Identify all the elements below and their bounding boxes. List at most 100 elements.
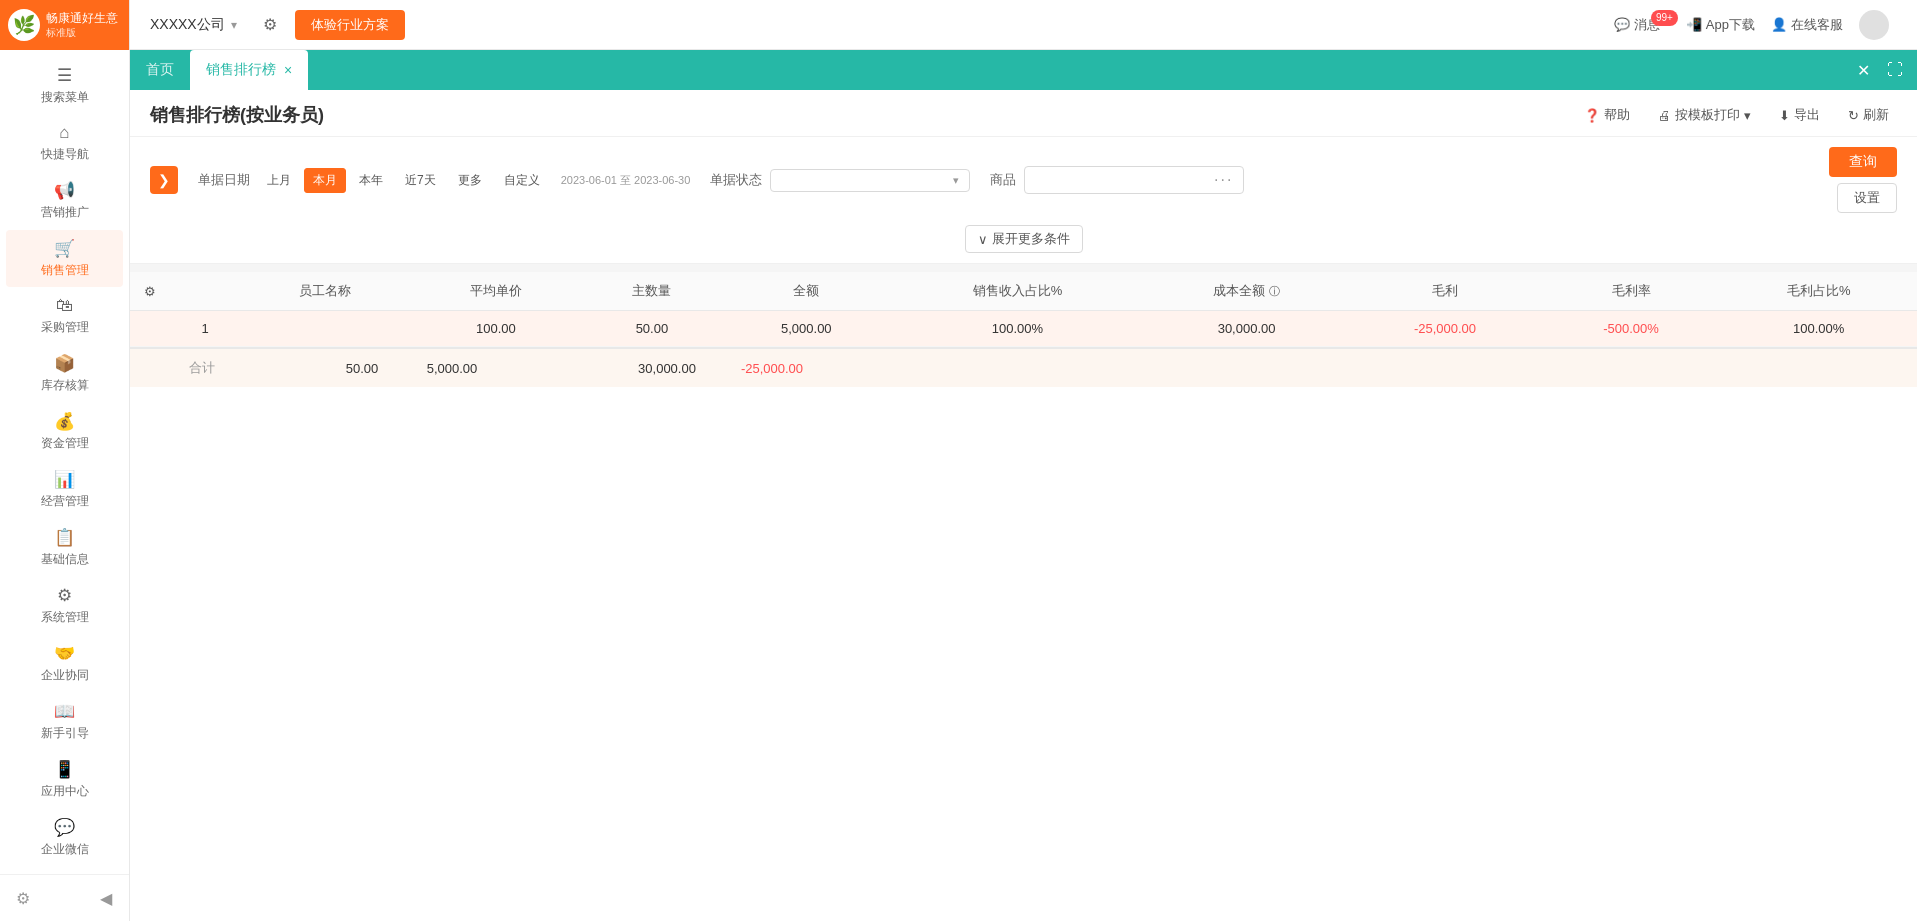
- expand-icon: ∨: [978, 232, 988, 247]
- th-settings[interactable]: ⚙: [130, 272, 170, 311]
- date-btn-last-month[interactable]: 上月: [258, 168, 300, 193]
- export-icon: ⬇: [1779, 108, 1790, 123]
- sidebar-item-search-order[interactable]: ☰搜索菜单: [6, 57, 123, 114]
- footer-sales-pct: [502, 361, 612, 376]
- tab-home[interactable]: 首页: [130, 50, 190, 90]
- th-avg-price: 平均单价: [411, 272, 582, 311]
- filter-collapse-btn[interactable]: ❯: [150, 166, 178, 194]
- th-employee: 员工名称: [240, 272, 411, 311]
- sidebar-icon-new-guide: 📖: [54, 701, 75, 722]
- footer-margin-rate: [822, 361, 846, 376]
- filter-row-1: ❯ 单据日期 上月 本月 本年 近7天 更多 自定义 2023-06-01 至: [150, 147, 1897, 213]
- sidebar-icon-quick-nav: ⌂: [59, 123, 69, 143]
- message-btn[interactable]: 💬 消息 99+: [1614, 16, 1670, 34]
- window-close-btn[interactable]: ✕: [1849, 56, 1877, 84]
- sidebar-item-sales-mgmt[interactable]: 🛒销售管理: [6, 230, 123, 287]
- footer-profit: -25,000.00: [722, 361, 822, 376]
- sidebar-label-new-guide: 新手引导: [41, 725, 89, 742]
- date-range-text: 2023-06-01 至 2023-06-30: [561, 173, 691, 188]
- status-select[interactable]: ▾: [770, 169, 970, 192]
- sidebar-icon-purchase-mgmt: 🛍: [56, 296, 73, 316]
- date-btn-custom[interactable]: 自定义: [495, 168, 549, 193]
- sidebar-item-inventory[interactable]: 📦库存核算: [6, 345, 123, 402]
- window-maximize-btn[interactable]: ⛶: [1881, 56, 1909, 84]
- tab-sales-rank-close[interactable]: ×: [284, 62, 292, 78]
- tab-home-label: 首页: [146, 61, 174, 79]
- table-area: ⚙ 员工名称 平均单价 主数量 全额 销售收入占比% 成本全额 ⓘ 毛利 毛利率…: [130, 272, 1917, 921]
- th-rank: [170, 272, 240, 311]
- sidebar-label-finance: 资金管理: [41, 435, 89, 452]
- sidebar-label-search-order: 搜索菜单: [41, 89, 89, 106]
- table-settings-icon[interactable]: ⚙: [144, 284, 156, 299]
- td-amount-0: 5,000.00: [723, 311, 890, 347]
- table-footer: 合计 50.00 5,000.00 30,000.00 -25,000.00: [130, 347, 1917, 387]
- sidebar-icon-marketing: 📢: [54, 180, 75, 201]
- sidebar-item-operations[interactable]: 📊经营管理: [6, 461, 123, 518]
- sidebar-item-enterprise-collab[interactable]: 🤝 企业协同: [6, 635, 123, 692]
- header-settings-btn[interactable]: ⚙: [255, 10, 285, 40]
- refresh-icon: ↻: [1848, 108, 1859, 123]
- sidebar-settings-btn[interactable]: ⚙: [8, 883, 38, 913]
- app-download-btn[interactable]: 📲 App下载: [1686, 16, 1755, 34]
- user-avatar[interactable]: [1859, 10, 1889, 40]
- company-selector[interactable]: XXXXX公司 ▾: [142, 12, 245, 38]
- page-title: 销售排行榜(按业务员): [150, 103, 324, 127]
- help-btn[interactable]: ❓ 帮助: [1576, 102, 1638, 128]
- sidebar-item-purchase-mgmt[interactable]: 🛍采购管理: [6, 288, 123, 344]
- tab-bar-actions: ✕ ⛶: [1849, 56, 1917, 84]
- header-right: 💬 消息 99+ 📲 App下载 👤 在线客服: [1614, 10, 1905, 40]
- tab-bar: 首页 销售排行榜 × ✕ ⛶: [130, 50, 1917, 90]
- export-btn[interactable]: ⬇ 导出: [1771, 102, 1828, 128]
- company-dropdown-arrow: ▾: [231, 18, 237, 32]
- tab-sales-rank[interactable]: 销售排行榜 ×: [190, 50, 308, 90]
- sidebar-item-quick-nav[interactable]: ⌂快捷导航: [6, 115, 123, 171]
- sidebar-collapse-btn[interactable]: ◀: [91, 883, 121, 913]
- date-btn-more[interactable]: 更多: [449, 168, 491, 193]
- app-download-icon: 📲: [1686, 17, 1702, 32]
- td-rank-0: 1: [170, 311, 240, 347]
- print-btn[interactable]: 🖨 按模板打印 ▾: [1650, 102, 1759, 128]
- goods-input-dots[interactable]: ···: [1214, 171, 1233, 189]
- goods-filter-group: 商品 ···: [990, 166, 1244, 194]
- online-service-btn[interactable]: 👤 在线客服: [1771, 16, 1843, 34]
- td-sales-pct-0: 100.00%: [890, 311, 1145, 347]
- online-service-icon: 👤: [1771, 17, 1787, 32]
- footer-cells: 50.00 5,000.00 30,000.00 -25,000.00: [222, 361, 1905, 376]
- try-industry-btn[interactable]: 体验行业方案: [295, 10, 405, 40]
- th-sales-pct: 销售收入占比%: [890, 272, 1145, 311]
- refresh-btn[interactable]: ↻ 刷新: [1840, 102, 1897, 128]
- sidebar-icon-app-center: 📱: [54, 759, 75, 780]
- sidebar-item-basic-info[interactable]: 📋基础信息: [6, 519, 123, 576]
- query-btn[interactable]: 查询: [1829, 147, 1897, 177]
- expand-btn[interactable]: ∨ 展开更多条件: [965, 225, 1083, 253]
- sidebar-item-sys-mgmt[interactable]: ⚙系统管理: [6, 577, 123, 634]
- goods-input[interactable]: ···: [1024, 166, 1244, 194]
- sidebar-label-app-center: 应用中心: [41, 783, 89, 800]
- sidebar-item-new-guide[interactable]: 📖 新手引导: [6, 693, 123, 750]
- settings-btn[interactable]: 设置: [1837, 183, 1897, 213]
- footer-margin-pct: [846, 361, 870, 376]
- sidebar-label-enterprise-collab: 企业协同: [41, 667, 89, 684]
- sidebar-item-app-center[interactable]: 📱 应用中心: [6, 751, 123, 808]
- sidebar-item-member[interactable]: V畅会员: [6, 867, 123, 874]
- company-name: XXXXX公司: [150, 16, 225, 34]
- cost-info-icon[interactable]: ⓘ: [1269, 285, 1280, 297]
- date-btn-this-year[interactable]: 本年: [350, 168, 392, 193]
- date-btn-this-month[interactable]: 本月: [304, 168, 346, 193]
- table-row: 1 100.00 50.00 5,000.00 100.00% 30,000.0…: [130, 311, 1917, 347]
- footer-avg-price: [222, 361, 322, 376]
- sidebar-icon-enterprise-collab: 🤝: [54, 643, 75, 664]
- td-settings-0: [130, 311, 170, 347]
- sidebar-item-marketing[interactable]: 📢营销推广: [6, 172, 123, 229]
- sidebar-item-enterprise-wechat[interactable]: 💬企业微信: [6, 809, 123, 866]
- filter-expand-row: ∨ 展开更多条件: [150, 219, 1897, 253]
- footer-amount: 5,000.00: [402, 361, 502, 376]
- td-profit-0: -25,000.00: [1348, 311, 1541, 347]
- td-employee-0: [240, 311, 411, 347]
- date-btn-last-7days[interactable]: 近7天: [396, 168, 445, 193]
- page-actions: ❓ 帮助 🖨 按模板打印 ▾ ⬇ 导出 ↻ 刷新: [1576, 102, 1897, 128]
- sidebar-item-finance[interactable]: 💰资金管理: [6, 403, 123, 460]
- sidebar-label-inventory: 库存核算: [41, 377, 89, 394]
- table-header-row: ⚙ 员工名称 平均单价 主数量 全额 销售收入占比% 成本全额 ⓘ 毛利 毛利率…: [130, 272, 1917, 311]
- sidebar-navigation: ☰搜索菜单⌂快捷导航📢营销推广🛒销售管理🛍采购管理📦库存核算💰资金管理📊经营管理…: [0, 50, 129, 874]
